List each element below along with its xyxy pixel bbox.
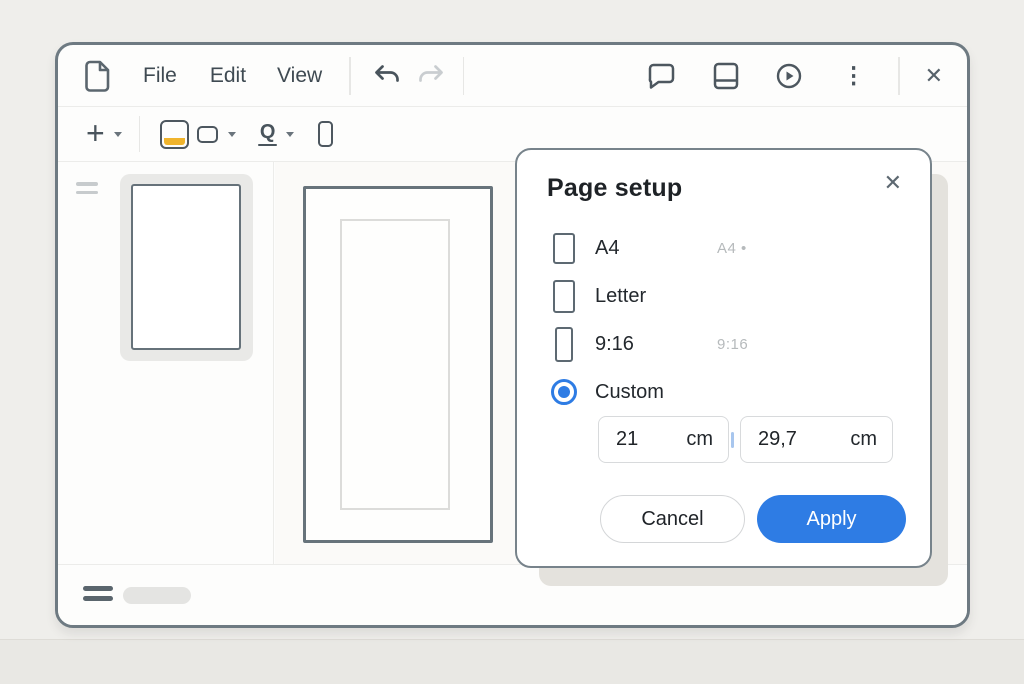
present-icon[interactable] <box>775 62 803 90</box>
height-field[interactable]: cm <box>740 416 893 463</box>
slide-thumbnail-page <box>131 184 241 350</box>
option-label: 9:16 <box>595 333 634 356</box>
option-9-16[interactable]: 9:16 9:16 <box>517 320 930 368</box>
cancel-button[interactable]: Cancel <box>600 495 745 543</box>
9-16-page-icon <box>555 327 573 362</box>
document-page[interactable] <box>303 186 493 543</box>
height-input[interactable] <box>741 428 849 451</box>
dialog-title: Page setup <box>547 174 682 203</box>
option-label: Letter <box>595 285 646 308</box>
layout-icon[interactable] <box>712 61 740 91</box>
toolbar-divider <box>139 116 141 152</box>
a4-page-icon <box>553 233 575 264</box>
shape-caret-icon[interactable] <box>228 132 236 137</box>
dialog-actions: Cancel Apply <box>517 495 930 543</box>
screen: File Edit View <box>0 0 1024 683</box>
option-a4[interactable]: A4 A4 • <box>517 224 930 272</box>
height-unit: cm <box>850 428 892 451</box>
menu-view[interactable]: View <box>277 64 322 88</box>
width-input[interactable] <box>599 428 686 451</box>
undo-icon[interactable] <box>372 64 402 88</box>
slides-sidebar <box>58 162 274 565</box>
dialog-close-icon[interactable]: ✕ <box>884 172 902 194</box>
comment-icon[interactable] <box>646 61 677 90</box>
status-menu-icon[interactable] <box>83 586 113 606</box>
field-separator <box>731 432 734 448</box>
letter-page-icon <box>553 280 575 313</box>
menu-divider-2 <box>463 57 465 95</box>
add-slide-caret-icon[interactable] <box>114 132 122 137</box>
zoom-tool-icon[interactable]: Q <box>258 122 277 147</box>
option-letter[interactable]: Letter <box>517 272 930 320</box>
menu-divider-3 <box>898 57 900 95</box>
width-unit: cm <box>686 428 728 451</box>
option-hint: A4 • <box>717 240 747 257</box>
document-icon[interactable] <box>82 59 113 93</box>
more-options-icon[interactable]: ⋮ <box>842 64 865 87</box>
menu-file[interactable]: File <box>143 64 177 88</box>
zoom-tool-caret-icon[interactable] <box>286 132 294 137</box>
custom-radio-selected[interactable] <box>551 379 577 405</box>
window-close-icon[interactable]: ✕ <box>925 65 943 87</box>
page-size-options: A4 A4 • Letter 9:16 9:16 Custom <box>517 224 930 416</box>
background-floor <box>0 639 1024 684</box>
menu-bar: File Edit View <box>58 45 967 107</box>
device-orientation-icon[interactable] <box>318 121 333 147</box>
status-placeholder <box>123 587 191 604</box>
option-label: A4 <box>595 237 619 260</box>
redo-icon[interactable] <box>416 64 446 88</box>
slide-number-lines-icon <box>76 182 98 199</box>
option-custom[interactable]: Custom <box>517 368 930 416</box>
option-label: Custom <box>595 381 664 404</box>
width-field[interactable]: cm <box>598 416 729 463</box>
page-setup-dialog: Page setup ✕ A4 A4 • Letter 9:16 9:16 Cu… <box>515 148 932 568</box>
option-hint: 9:16 <box>717 336 748 353</box>
slide-thumbnail[interactable] <box>120 174 253 361</box>
menu-edit[interactable]: Edit <box>210 64 246 88</box>
menu-divider <box>349 57 351 95</box>
status-bar <box>58 564 967 625</box>
page-margin-guide <box>340 219 450 510</box>
theme-fill-icon[interactable] <box>160 120 189 149</box>
apply-button[interactable]: Apply <box>757 495 906 543</box>
add-slide-icon[interactable]: + <box>86 117 105 149</box>
shape-icon[interactable] <box>197 126 218 143</box>
custom-size-inputs: cm cm <box>517 416 930 463</box>
